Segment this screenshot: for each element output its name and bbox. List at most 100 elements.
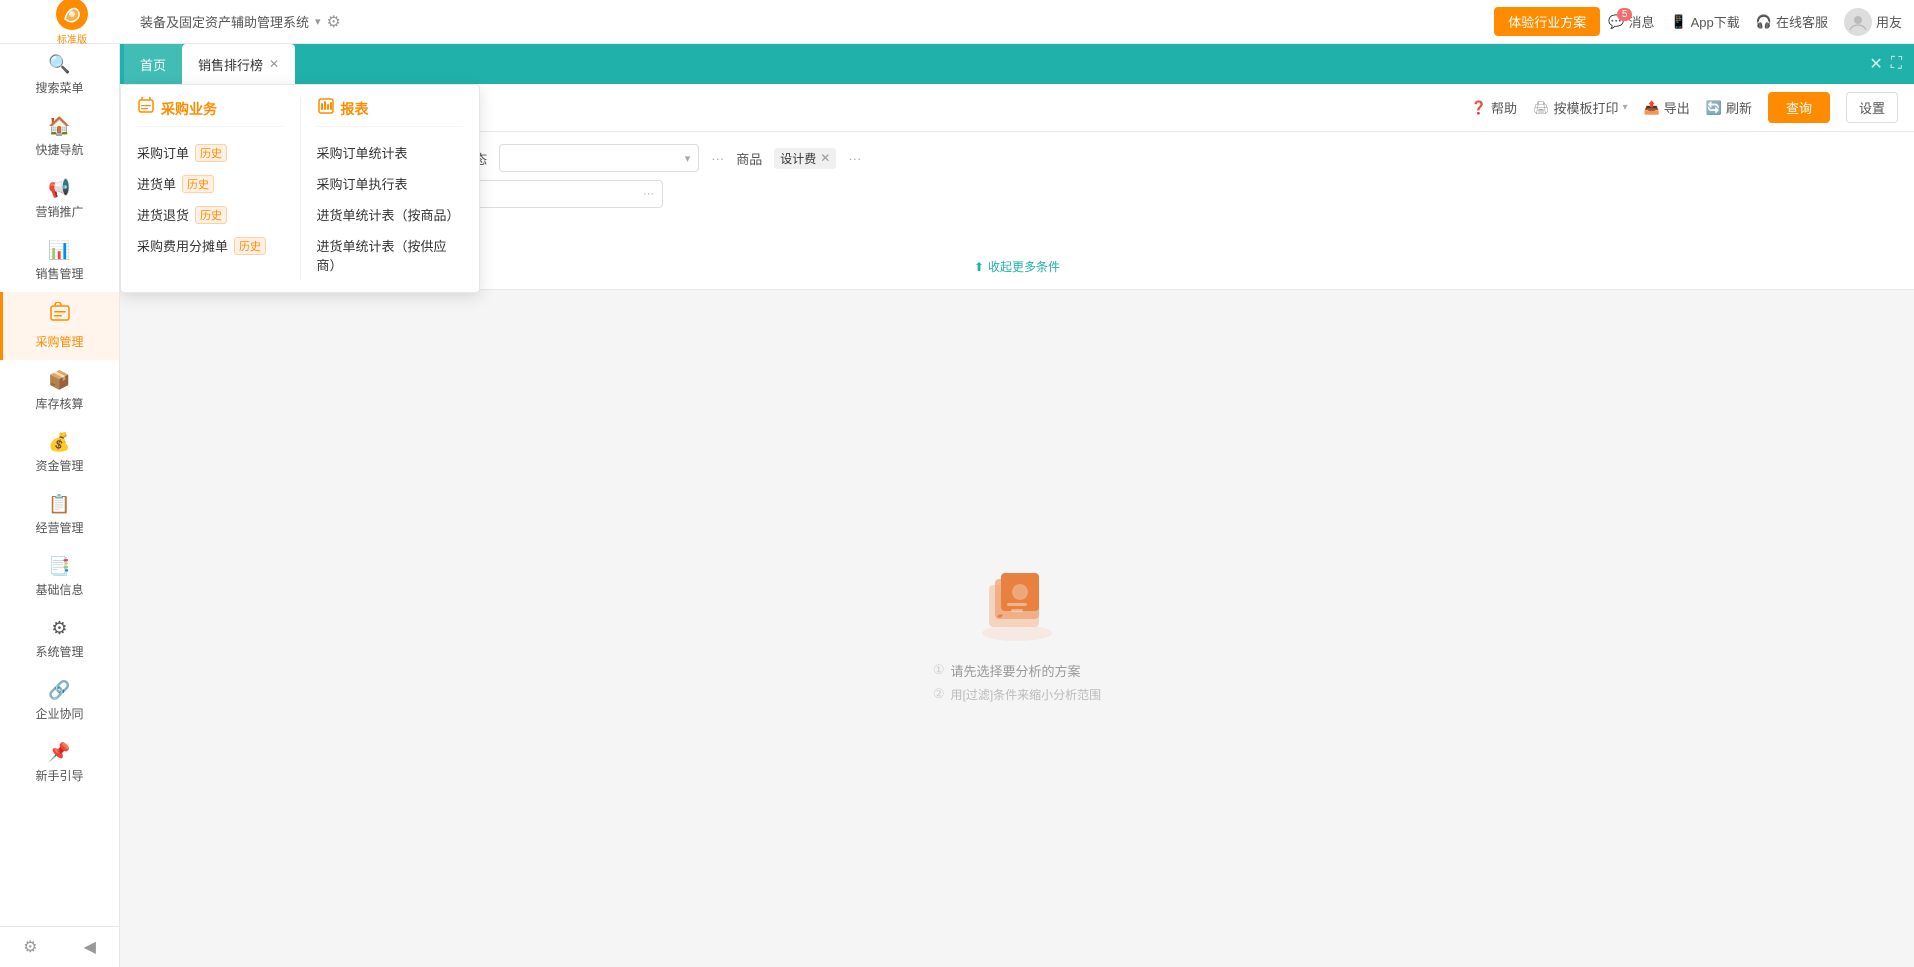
report-goods-stat-label: 进货单统计表（按商品） [317, 205, 460, 224]
salesperson-select[interactable]: ··· [463, 180, 663, 208]
sidebar-label-inventory: 库存核算 [35, 395, 83, 412]
notification-label: 消息 [1628, 12, 1654, 31]
sidebar-item-finance[interactable]: 💰 资金管理 [0, 422, 119, 484]
sidebar-label-operations: 经营管理 [35, 519, 83, 536]
sidebar-label-search: 搜索菜单 [35, 79, 83, 96]
help-item[interactable]: ❓ 帮助 [1471, 98, 1517, 117]
system-title-text: 装备及固定资产辅助管理系统 [140, 12, 309, 31]
purchase-return-item[interactable]: 进货退货 历史 [137, 199, 284, 230]
goods-more[interactable]: ··· [848, 151, 861, 166]
sidebar-item-guide[interactable]: 📌 新手引导 [0, 732, 119, 794]
sidebar-item-inventory[interactable]: 📦 库存核算 [0, 360, 119, 422]
sidebar-label-guide: 新手引导 [35, 767, 83, 784]
sidebar-item-purchase[interactable]: 采购管理 [0, 292, 119, 360]
sidebar-item-marketing[interactable]: 📢 营销推广 [0, 168, 119, 230]
notification-item[interactable]: 💬 5 消息 [1608, 12, 1654, 31]
content-area: 首页 销售排行榜 ✕ ✕ ⛶ ❓ 帮助 🖨 按模板打印 ▾ 📤 [120, 44, 1914, 967]
enterprise-icon: 🔗 [48, 680, 70, 701]
hint-text-1: 请先选择要分析的方案 [950, 661, 1080, 680]
tab-close-icon[interactable]: ✕ [269, 57, 279, 71]
sidebar-label-basic: 基础信息 [35, 581, 83, 598]
print-item[interactable]: 🖨 按模板打印 ▾ [1533, 98, 1628, 117]
tab-sales-rank-label: 销售排行榜 [198, 55, 263, 74]
user-item[interactable]: 用友 [1844, 8, 1902, 36]
purchase-order-history-badge: 历史 [195, 144, 227, 162]
print-dropdown-icon[interactable]: ▾ [1623, 102, 1628, 113]
purchase-goods-history-badge: 历史 [182, 175, 214, 193]
report-order-exec-item[interactable]: 采购订单执行表 [317, 168, 464, 199]
goods-label: 商品 [736, 149, 762, 168]
tab-sales-rank[interactable]: 销售排行榜 ✕ [182, 44, 295, 84]
guide-icon: 📌 [48, 742, 70, 763]
purchase-order-item[interactable]: 采购订单 历史 [137, 137, 284, 168]
marketing-icon: 📢 [48, 178, 70, 199]
sidebar-item-operations[interactable]: 📋 经营管理 [0, 484, 119, 546]
app-download-label: App下载 [1691, 12, 1740, 31]
logo-label: 标准版 [57, 31, 87, 46]
tab-close-all-icon[interactable]: ✕ [1869, 54, 1882, 74]
sidebar-item-basic[interactable]: 📑 基础信息 [0, 546, 119, 608]
purchase-col-title: 采购业务 [137, 97, 284, 127]
goods-tag: 设计费 ✕ [774, 148, 836, 169]
doc-status-select[interactable]: ▾ [499, 144, 699, 172]
purchase-icon [49, 302, 71, 329]
search-icon: 🔍 [48, 54, 70, 75]
empty-hints: ① 请先选择要分析的方案 ② 用[过滤]条件来缩小分析范围 [933, 661, 1101, 703]
sidebar-settings-icon[interactable]: ⚙ [23, 937, 37, 957]
export-label: 导出 [1664, 98, 1690, 117]
report-order-exec-label: 采购订单执行表 [317, 174, 408, 193]
main-layout: 🔍 搜索菜单 🏠 快捷导航 📢 营销推广 📊 销售管理 采购管理 [0, 44, 1914, 967]
sidebar-item-search[interactable]: 🔍 搜索菜单 [0, 44, 119, 106]
avatar [1844, 8, 1872, 36]
dropdown-menu[interactable]: 采购业务 采购订单 历史 进货单 历史 进货退货 历史 [120, 84, 480, 293]
topbar: 标准版 装备及固定资产辅助管理系统 ▾ ⚙ 体验行业方案 💬 5 消息 📱 Ap… [0, 0, 1914, 44]
report-goods-stat-item[interactable]: 进货单统计表（按商品） [317, 199, 464, 230]
print-icon: 🖨 [1533, 100, 1550, 116]
sidebar-label-sales: 销售管理 [35, 265, 83, 282]
help-icon: ❓ [1471, 100, 1487, 116]
help-label: 帮助 [1491, 98, 1517, 117]
notification-bell[interactable]: 💬 5 [1608, 14, 1624, 30]
headset-icon: 🎧 [1756, 14, 1772, 30]
report-col-title: 报表 [317, 97, 464, 127]
operations-icon: 📋 [48, 494, 70, 515]
sidebar-label-purchase: 采购管理 [35, 333, 83, 350]
system-title-area: 装备及固定资产辅助管理系统 ▾ ⚙ [140, 12, 1486, 32]
user-label: 用友 [1876, 12, 1902, 31]
dropdown-arrow-icon[interactable]: ▾ [315, 15, 321, 28]
online-service-item[interactable]: 🎧 在线客服 [1756, 12, 1828, 31]
goods-tag-close[interactable]: ✕ [820, 151, 830, 165]
sidebar-item-sales[interactable]: 📊 销售管理 [0, 230, 119, 292]
sidebar-bottom: ⚙ ◀ [0, 926, 119, 967]
export-item[interactable]: 📤 导出 [1644, 98, 1690, 117]
sidebar-label-marketing: 营销推广 [35, 203, 83, 220]
report-order-stat-item[interactable]: 采购订单统计表 [317, 137, 464, 168]
hint-row-2: ② 用[过滤]条件来缩小分析范围 [933, 686, 1101, 703]
refresh-label: 刷新 [1726, 98, 1752, 117]
doc-status-more[interactable]: ··· [711, 151, 724, 166]
purchase-expense-label: 采购费用分摊单 [137, 236, 228, 255]
report-order-stat-label: 采购订单统计表 [317, 143, 408, 162]
settings-button[interactable]: 设置 [1846, 92, 1898, 123]
refresh-item[interactable]: 🔄 刷新 [1706, 98, 1752, 117]
basic-icon: 📑 [48, 556, 70, 577]
tab-home[interactable]: 首页 [124, 44, 182, 84]
purchase-expense-item[interactable]: 采购费用分摊单 历史 [137, 230, 284, 261]
app-download-item[interactable]: 📱 App下载 [1670, 12, 1739, 31]
sales-icon: 📊 [48, 240, 70, 261]
settings-icon[interactable]: ⚙ [327, 12, 341, 32]
sidebar-collapse-icon[interactable]: ◀ [84, 937, 96, 957]
sidebar-item-system[interactable]: ⚙ 系统管理 [0, 608, 119, 670]
purchase-goods-item[interactable]: 进货单 历史 [137, 168, 284, 199]
query-button[interactable]: 查询 [1768, 92, 1830, 123]
industry-btn[interactable]: 体验行业方案 [1494, 7, 1600, 36]
tab-home-label: 首页 [140, 55, 166, 74]
purchase-return-history-badge: 历史 [195, 206, 227, 224]
tab-expand-icon[interactable]: ⛶ [1891, 55, 1902, 73]
hint-row-1: ① 请先选择要分析的方案 [933, 661, 1101, 680]
report-supplier-stat-item[interactable]: 进货单统计表（按供应商） [317, 230, 464, 280]
purchase-return-label: 进货退货 [137, 205, 189, 224]
sidebar-item-quicknav[interactable]: 🏠 快捷导航 [0, 106, 119, 168]
finance-icon: 💰 [48, 432, 70, 453]
sidebar-item-enterprise[interactable]: 🔗 企业协同 [0, 670, 119, 732]
